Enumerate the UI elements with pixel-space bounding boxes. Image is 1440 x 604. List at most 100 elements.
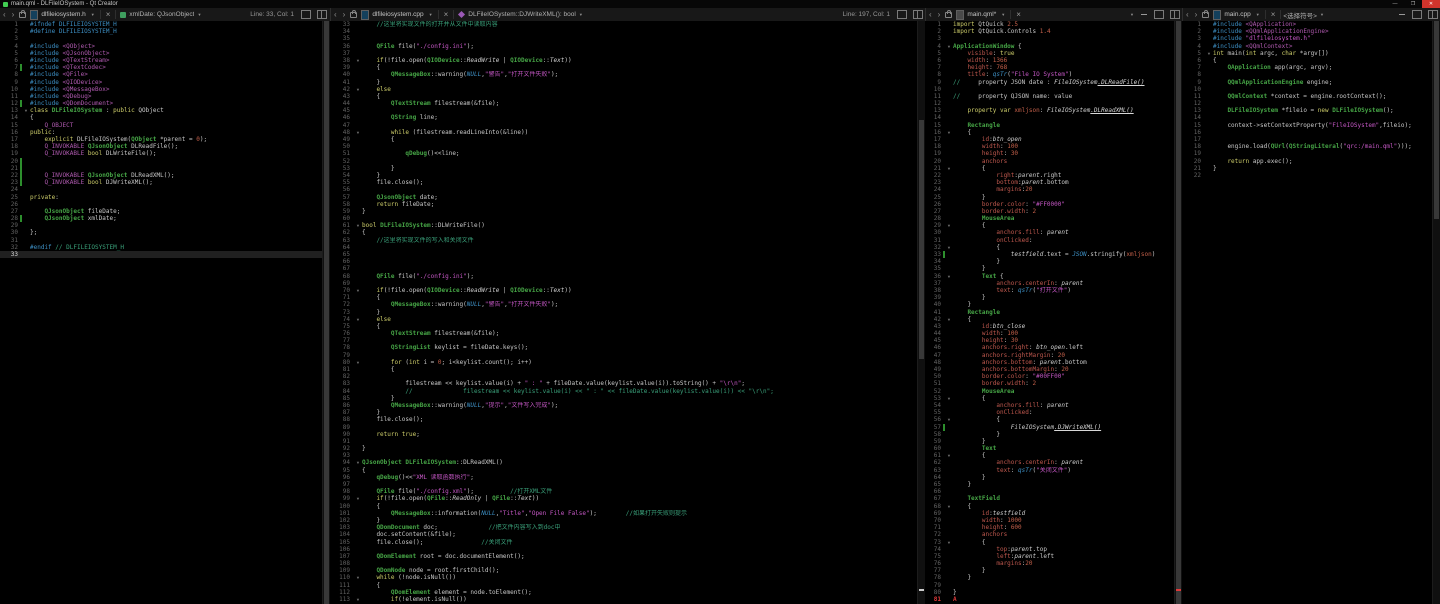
- code-line[interactable]: 14: [925, 114, 1175, 121]
- line-number[interactable]: 42: [330, 86, 352, 93]
- code-line[interactable]: 65 }: [925, 481, 1175, 488]
- code-line[interactable]: 21: [0, 164, 323, 172]
- code-text[interactable]: [362, 373, 918, 380]
- code-line[interactable]: 7 QApplication app(argc, argv);: [1182, 64, 1433, 71]
- fold-marker-icon[interactable]: ▼: [945, 539, 953, 546]
- line-number[interactable]: 16: [0, 129, 20, 136]
- code-text[interactable]: top:parent.top: [953, 546, 1175, 553]
- open-document-name[interactable]: dlfileiosystem.h: [41, 11, 85, 18]
- line-number[interactable]: 46: [925, 344, 943, 351]
- fold-marker-icon[interactable]: ▼: [945, 43, 953, 50]
- code-text[interactable]: class DLFileIOSystem : public QObject: [30, 107, 323, 114]
- line-number[interactable]: 32: [925, 244, 943, 251]
- code-text[interactable]: id:btn_close: [953, 323, 1175, 330]
- fold-marker-icon[interactable]: ▼: [354, 57, 362, 64]
- close-split-icon[interactable]: [1428, 10, 1438, 19]
- code-line[interactable]: 101 QMessageBox::information(NULL,"Title…: [330, 510, 918, 517]
- line-number[interactable]: 85: [330, 395, 352, 402]
- line-number[interactable]: 66: [925, 488, 943, 495]
- code-line[interactable]: 28 MouseArea: [925, 215, 1175, 222]
- line-number[interactable]: 1: [0, 21, 20, 28]
- code-line[interactable]: 37 anchors.centerIn: parent: [925, 280, 1175, 287]
- code-line[interactable]: 85 }: [330, 395, 918, 402]
- line-number[interactable]: 26: [0, 201, 20, 208]
- code-line[interactable]: 39 {: [330, 64, 918, 71]
- code-line[interactable]: 24 margins:20: [925, 186, 1175, 193]
- code-line[interactable]: 83 filestream << keylist.value(i) + " : …: [330, 380, 918, 387]
- code-text[interactable]: else: [362, 316, 918, 323]
- code-text[interactable]: [953, 100, 1175, 107]
- code-text[interactable]: }: [362, 309, 918, 316]
- code-line[interactable]: 23 Q_INVOKABLE bool DJWriteXML();: [0, 179, 323, 187]
- code-line[interactable]: 11 QQmlContext *context = engine.rootCon…: [1182, 93, 1433, 100]
- code-line[interactable]: 35: [330, 35, 918, 42]
- line-number[interactable]: 108: [330, 560, 352, 567]
- code-line[interactable]: 16: [1182, 129, 1433, 136]
- code-text[interactable]: QDomElement root = doc.documentElement()…: [362, 553, 918, 560]
- line-number[interactable]: 15: [0, 122, 20, 129]
- code-line[interactable]: 44 QTextStream filestream(&file);: [330, 100, 918, 107]
- code-line[interactable]: 7 height: 768: [925, 64, 1175, 71]
- code-text[interactable]: [953, 86, 1175, 93]
- line-number[interactable]: 9: [1182, 79, 1203, 86]
- line-number[interactable]: 24: [0, 186, 20, 193]
- code-line[interactable]: 29: [0, 222, 323, 229]
- line-number[interactable]: 55: [925, 409, 943, 416]
- code-line[interactable]: 109 QDomNode node = root.firstChild();: [330, 567, 918, 574]
- code-line[interactable]: 75 {: [330, 323, 918, 330]
- line-number[interactable]: 110: [330, 574, 352, 581]
- code-text[interactable]: [953, 488, 1175, 495]
- code-text[interactable]: import QtQuick 2.5: [953, 21, 1175, 28]
- code-text[interactable]: anchors.right: btn_open.left: [953, 344, 1175, 351]
- minimize-button[interactable]: —: [1386, 0, 1404, 8]
- code-line[interactable]: 96 qDebug()<<"XML 读取函数执行";: [330, 474, 918, 481]
- line-number[interactable]: 22: [925, 172, 943, 179]
- code-text[interactable]: [30, 237, 323, 244]
- line-number[interactable]: 7: [0, 64, 20, 71]
- fold-marker-icon[interactable]: ▼: [945, 165, 953, 172]
- code-line[interactable]: 94 ▼ QJsonObject DLFileIOSystem::DLReadXML…: [330, 459, 918, 466]
- code-text[interactable]: }: [362, 172, 918, 179]
- code-text[interactable]: QString line;: [362, 114, 918, 121]
- line-number[interactable]: 38: [925, 287, 943, 294]
- chevron-down-icon[interactable]: ▼: [91, 12, 95, 17]
- line-number[interactable]: 107: [330, 553, 352, 560]
- code-line[interactable]: 51 border.width: 2: [925, 380, 1175, 387]
- code-text[interactable]: title: qsTr("File IO System"): [953, 71, 1175, 78]
- forward-icon[interactable]: ›: [1192, 8, 1201, 21]
- code-text[interactable]: anchors: [953, 531, 1175, 538]
- line-number[interactable]: 8: [0, 71, 20, 78]
- code-line[interactable]: 59}: [330, 208, 918, 215]
- code-text[interactable]: }: [953, 301, 1175, 308]
- line-number[interactable]: 62: [330, 229, 352, 236]
- line-number[interactable]: 27: [0, 208, 20, 215]
- line-number[interactable]: 20: [0, 158, 20, 165]
- line-number[interactable]: 94: [330, 459, 352, 466]
- code-text[interactable]: {: [953, 165, 1175, 172]
- chevron-down-icon[interactable]: ▼: [1256, 12, 1260, 17]
- code-text[interactable]: QFile file("./config.ini");: [362, 43, 918, 50]
- code-text[interactable]: #include <QQmlApplicationEngine>: [1213, 28, 1433, 35]
- code-text[interactable]: #include <QIODevice>: [30, 79, 323, 86]
- code-text[interactable]: [362, 28, 918, 35]
- line-number[interactable]: 52: [330, 158, 352, 165]
- code-text[interactable]: filestream << keylist.value(i) + " : " +…: [362, 380, 918, 387]
- code-text[interactable]: }: [362, 517, 918, 524]
- line-number[interactable]: 65: [925, 481, 943, 488]
- line-number[interactable]: 41: [330, 79, 352, 86]
- code-line[interactable]: 26: [0, 201, 323, 208]
- code-text[interactable]: }: [953, 294, 1175, 301]
- code-line[interactable]: 41 Rectangle: [925, 309, 1175, 316]
- chevron-down-icon[interactable]: ▼: [1001, 12, 1005, 17]
- line-number[interactable]: 77: [925, 567, 943, 574]
- code-line[interactable]: 36 ▼ Text {: [925, 273, 1175, 280]
- code-line[interactable]: 1 #include <QApplication>: [1182, 21, 1433, 28]
- code-line[interactable]: 15 Q_OBJECT: [0, 122, 323, 129]
- code-text[interactable]: bool DLFileIOSystem::DLWriteFile(): [362, 222, 918, 229]
- code-line[interactable]: 4 ▼ ApplicationWindow {: [925, 43, 1175, 50]
- back-icon[interactable]: ‹: [926, 8, 935, 21]
- code-line[interactable]: 57 FileIOSystem.DJWriteXML(): [925, 423, 1175, 431]
- code-text[interactable]: [362, 546, 918, 553]
- code-line[interactable]: 110 ▼ while (!node.isNull()): [330, 574, 918, 581]
- code-text[interactable]: {: [953, 416, 1175, 423]
